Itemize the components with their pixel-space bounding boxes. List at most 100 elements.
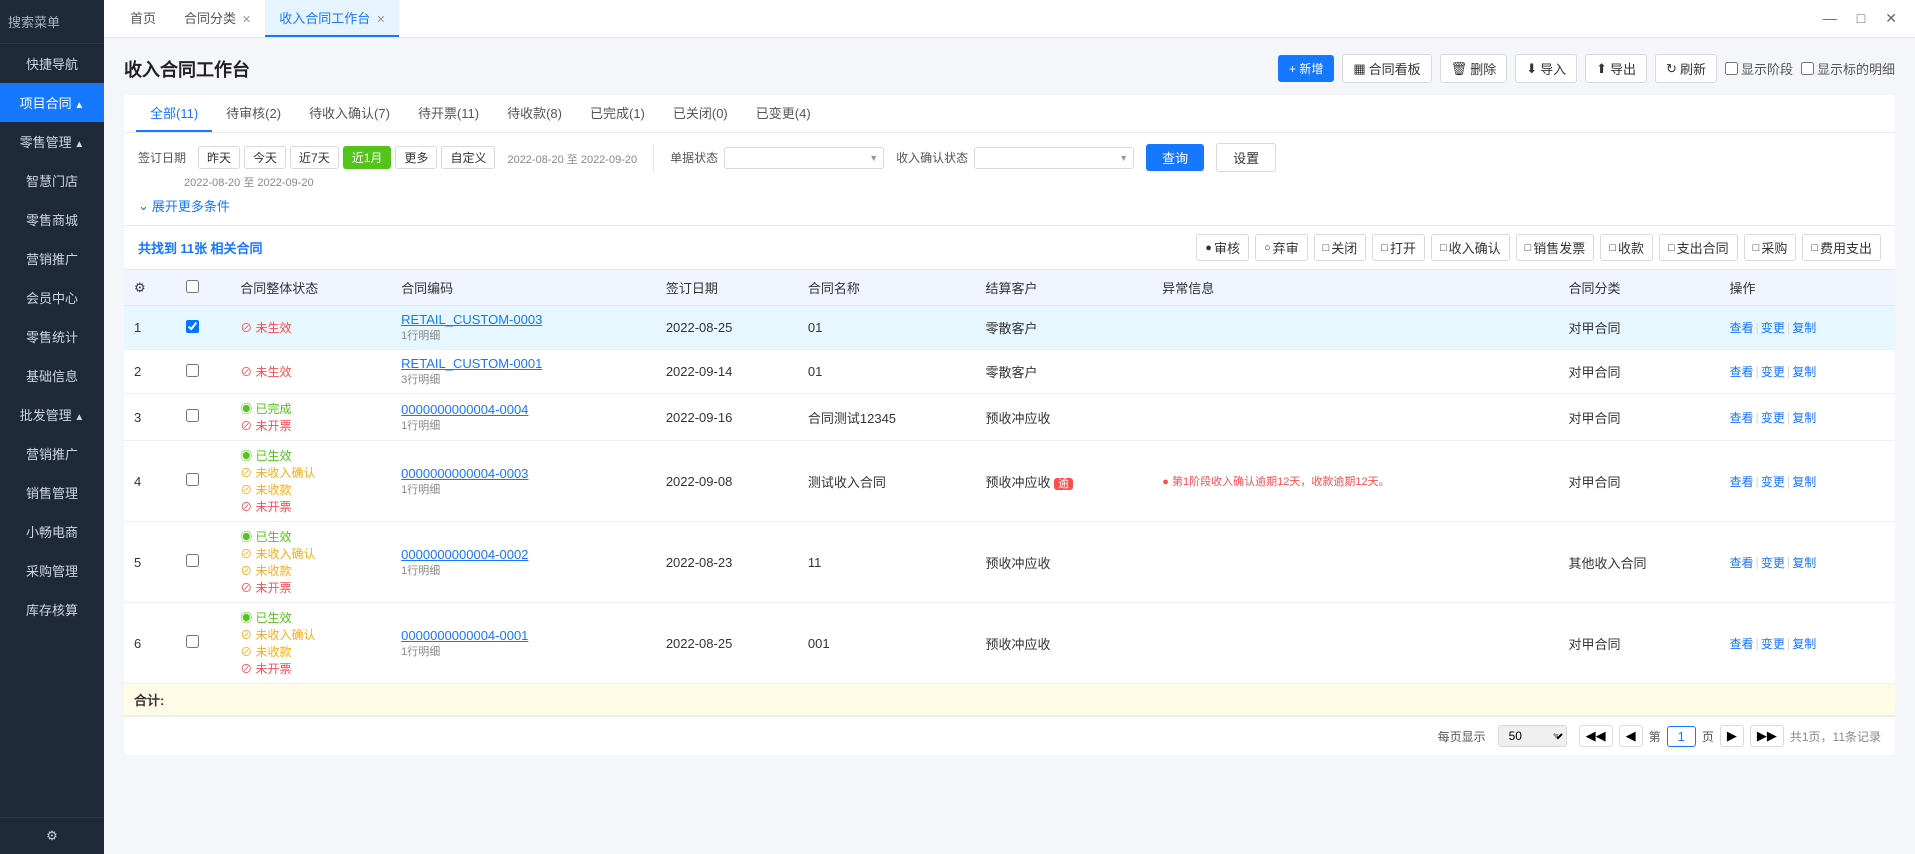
import-button[interactable]: ⬇ 导入 bbox=[1515, 54, 1577, 83]
date-btn-custom[interactable]: 自定义 bbox=[441, 146, 495, 169]
cell-checkbox[interactable] bbox=[176, 394, 230, 441]
table-row[interactable]: 5◉ 已生效⊘ 未收入确认⊘ 未收款⊘ 未开票0000000000004-000… bbox=[124, 522, 1895, 603]
prev-page-button[interactable]: ◀ bbox=[1619, 725, 1643, 747]
action-btn-purchase[interactable]: □采购 bbox=[1744, 234, 1797, 261]
contract-board-button[interactable]: ▦ 合同看板 bbox=[1342, 54, 1431, 83]
action-btn-income_confirm[interactable]: □收入确认 bbox=[1431, 234, 1510, 261]
sub-tab-pending_collect[interactable]: 待收款(8) bbox=[493, 95, 576, 132]
row-checkbox[interactable] bbox=[186, 320, 199, 333]
table-scroll[interactable]: ⚙ 合同整体状态 合同编码 签订日期 合同名称 结算客户 异常信息 合同分类 操… bbox=[124, 270, 1895, 716]
sidebar-item-inventory[interactable]: 库存核算 bbox=[0, 590, 104, 629]
show-stages-checkbox[interactable]: 显示阶段 bbox=[1725, 59, 1793, 78]
set-button[interactable]: 设置 bbox=[1216, 143, 1276, 172]
table-row[interactable]: 4◉ 已生效⊘ 未收入确认⊘ 未收款⊘ 未开票0000000000004-000… bbox=[124, 441, 1895, 522]
edit-op-button[interactable]: 变更 bbox=[1761, 556, 1785, 570]
sidebar-item-smart_store[interactable]: 智慧门店 bbox=[0, 161, 104, 200]
sub-tab-closed[interactable]: 已关闭(0) bbox=[659, 95, 742, 132]
sidebar-item-basic_info[interactable]: 基础信息 bbox=[0, 356, 104, 395]
sidebar-item-purchase[interactable]: 采购管理 bbox=[0, 551, 104, 590]
sidebar-item-sales_mgmt[interactable]: 销售管理 bbox=[0, 473, 104, 512]
tab-close-icon[interactable]: ✕ bbox=[242, 14, 251, 26]
copy-op-button[interactable]: 复制 bbox=[1792, 411, 1816, 425]
row-checkbox[interactable] bbox=[186, 473, 199, 486]
table-row[interactable]: 2⊘ 未生效RETAIL_CUSTOM-00013行明细2022-09-1401… bbox=[124, 350, 1895, 394]
sub-tab-completed[interactable]: 已完成(1) bbox=[576, 95, 659, 132]
row-checkbox[interactable] bbox=[186, 554, 199, 567]
export-button[interactable]: ⬆ 导出 bbox=[1585, 54, 1647, 83]
page-size-select[interactable]: 2050100200 bbox=[1498, 725, 1567, 747]
tab-contract_type[interactable]: 合同分类✕ bbox=[170, 0, 265, 37]
edit-op-button[interactable]: 变更 bbox=[1761, 411, 1785, 425]
copy-op-button[interactable]: 复制 bbox=[1792, 556, 1816, 570]
table-row[interactable]: 3◉ 已完成⊘ 未开票0000000000004-00041行明细2022-09… bbox=[124, 394, 1895, 441]
edit-op-button[interactable]: 变更 bbox=[1761, 365, 1785, 379]
sidebar-item-xiaochangec[interactable]: 小畅电商 bbox=[0, 512, 104, 551]
tab-close-icon[interactable]: ✕ bbox=[376, 14, 385, 26]
sidebar-item-retail_mall[interactable]: 零售商城 bbox=[0, 200, 104, 239]
action-btn-sales_invoice[interactable]: □销售发票 bbox=[1516, 234, 1595, 261]
cell-checkbox[interactable] bbox=[176, 350, 230, 394]
copy-op-button[interactable]: 复制 bbox=[1792, 321, 1816, 335]
date-btn-yesterday[interactable]: 昨天 bbox=[198, 146, 240, 169]
cell-checkbox[interactable] bbox=[176, 603, 230, 684]
sub-tab-pending_review[interactable]: 待审核(2) bbox=[212, 95, 295, 132]
contract-code-link[interactable]: RETAIL_CUSTOM-0001 bbox=[401, 356, 542, 371]
sidebar-settings[interactable]: ⚙ bbox=[0, 817, 104, 854]
new-button[interactable]: + 新增 bbox=[1278, 55, 1334, 82]
copy-op-button[interactable]: 复制 bbox=[1792, 637, 1816, 651]
action-btn-open[interactable]: □打开 bbox=[1372, 234, 1425, 261]
income-confirm-select[interactable] bbox=[974, 147, 1134, 169]
view-op-button[interactable]: 查看 bbox=[1729, 637, 1753, 651]
row-checkbox[interactable] bbox=[186, 635, 199, 648]
last-page-button[interactable]: ▶▶ bbox=[1750, 725, 1784, 747]
view-op-button[interactable]: 查看 bbox=[1729, 475, 1753, 489]
sidebar-item-project[interactable]: 项目合同 ▲ bbox=[0, 83, 104, 122]
date-btn-more[interactable]: 更多 bbox=[395, 146, 437, 169]
sub-tab-all[interactable]: 全部(11) bbox=[136, 95, 212, 132]
sub-tab-changed[interactable]: 已变更(4) bbox=[742, 95, 825, 132]
action-btn-abandon[interactable]: ○弃审 bbox=[1255, 234, 1308, 261]
delete-button[interactable]: 🗑 删除 bbox=[1440, 54, 1508, 83]
action-btn-close[interactable]: □关闭 bbox=[1314, 234, 1367, 261]
edit-op-button[interactable]: 变更 bbox=[1761, 475, 1785, 489]
copy-op-button[interactable]: 复制 bbox=[1792, 365, 1816, 379]
contract-code-link[interactable]: 0000000000004-0002 bbox=[401, 547, 528, 562]
first-page-button[interactable]: ◀◀ bbox=[1579, 725, 1613, 747]
sub-tab-pending_invoice[interactable]: 待开票(11) bbox=[404, 95, 493, 132]
copy-op-button[interactable]: 复制 bbox=[1792, 475, 1816, 489]
table-row[interactable]: 6◉ 已生效⊘ 未收入确认⊘ 未收款⊘ 未开票0000000000004-000… bbox=[124, 603, 1895, 684]
col-checkbox[interactable] bbox=[176, 270, 230, 306]
select-all-checkbox[interactable] bbox=[186, 280, 199, 293]
show-details-checkbox[interactable]: 显示标的明细 bbox=[1801, 59, 1895, 78]
contract-code-link[interactable]: 0000000000004-0003 bbox=[401, 466, 528, 481]
action-btn-pay_contract[interactable]: □支出合同 bbox=[1659, 234, 1738, 261]
date-btn-today[interactable]: 今天 bbox=[244, 146, 286, 169]
view-op-button[interactable]: 查看 bbox=[1729, 321, 1753, 335]
next-page-button[interactable]: ▶ bbox=[1720, 725, 1744, 747]
contract-code-link[interactable]: 0000000000004-0001 bbox=[401, 628, 528, 643]
date-btn-last1month[interactable]: 近1月 bbox=[343, 146, 392, 169]
row-checkbox[interactable] bbox=[186, 409, 199, 422]
edit-op-button[interactable]: 变更 bbox=[1761, 637, 1785, 651]
cell-checkbox[interactable] bbox=[176, 441, 230, 522]
sidebar-item-marketing[interactable]: 营销推广 bbox=[0, 239, 104, 278]
contract-code-link[interactable]: 0000000000004-0004 bbox=[401, 402, 528, 417]
col-settings[interactable]: ⚙ bbox=[124, 270, 176, 306]
refresh-button[interactable]: ↻ 刷新 bbox=[1655, 54, 1717, 83]
view-op-button[interactable]: 查看 bbox=[1729, 411, 1753, 425]
action-btn-collect[interactable]: □收款 bbox=[1600, 234, 1653, 261]
doc-status-select[interactable] bbox=[724, 147, 884, 169]
sub-tab-pending_income_confirm[interactable]: 待收入确认(7) bbox=[295, 95, 404, 132]
minimize-button[interactable]: — bbox=[1817, 8, 1843, 29]
cell-checkbox[interactable] bbox=[176, 522, 230, 603]
sidebar-item-retail_stats[interactable]: 零售统计 bbox=[0, 317, 104, 356]
maximize-button[interactable]: □ bbox=[1851, 8, 1871, 29]
view-op-button[interactable]: 查看 bbox=[1729, 556, 1753, 570]
expand-filter-button[interactable]: ⌄ 展开更多条件 bbox=[138, 196, 1881, 215]
cell-checkbox[interactable] bbox=[176, 306, 230, 350]
close-button[interactable]: ✕ bbox=[1879, 8, 1903, 29]
sidebar-item-marketing2[interactable]: 营销推广 bbox=[0, 434, 104, 473]
table-row[interactable]: 1⊘ 未生效RETAIL_CUSTOM-00031行明细2022-08-2501… bbox=[124, 306, 1895, 350]
tab-home[interactable]: 首页 bbox=[116, 0, 170, 37]
action-btn-review[interactable]: ●审核 bbox=[1196, 234, 1249, 261]
